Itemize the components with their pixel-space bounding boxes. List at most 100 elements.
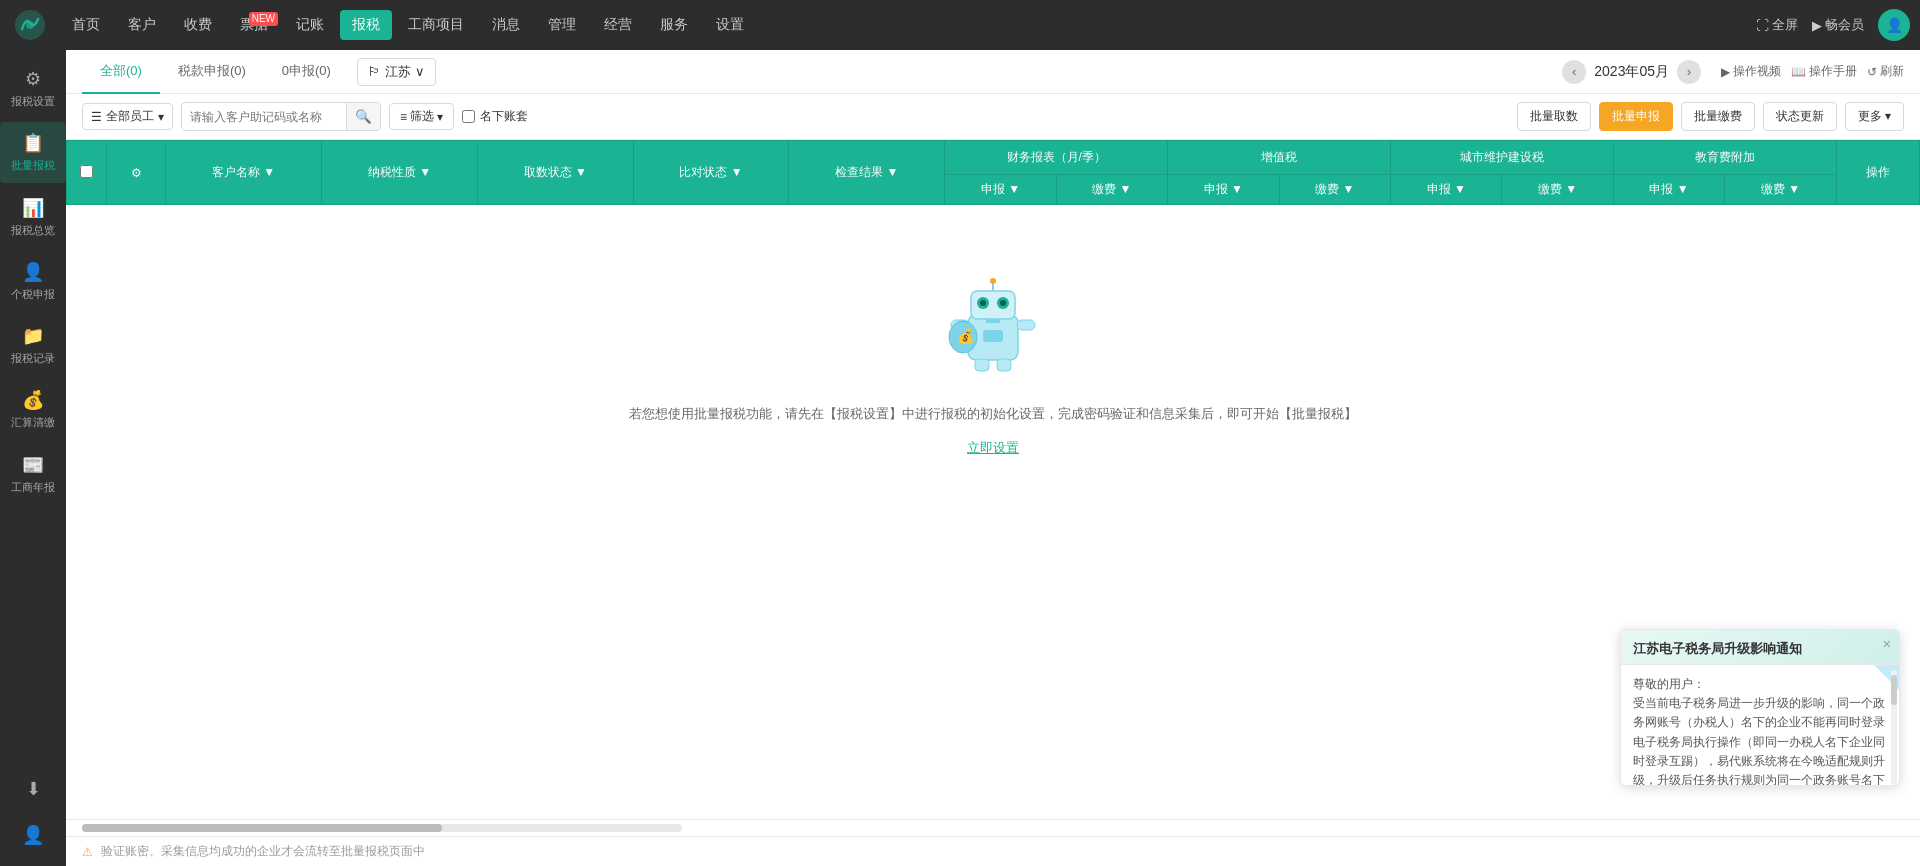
th-compare-status[interactable]: 比对状态 ▼	[633, 141, 789, 205]
sidebar-item-tax-overview[interactable]: 📊 报税总览	[0, 187, 66, 247]
filter-right-buttons: 批量取数 批量申报 批量缴费 状态更新 更多 ▾	[1517, 102, 1904, 131]
tab-zero-declare[interactable]: 0申报(0)	[264, 50, 349, 94]
app-logo[interactable]	[10, 5, 50, 45]
th-client-name[interactable]: 客户名称 ▼	[166, 141, 322, 205]
th-vat-tax: 增值税	[1168, 141, 1391, 175]
search-input[interactable]	[182, 105, 346, 129]
new-badge: NEW	[249, 12, 278, 26]
user-icon: 👤	[22, 824, 44, 846]
batch-fetch-button[interactable]: 批量取数	[1517, 102, 1591, 131]
th-check-result[interactable]: 检查结果 ▼	[789, 141, 945, 205]
nav-operation[interactable]: 经营	[592, 10, 644, 40]
nav-invoice[interactable]: 票据 NEW	[228, 10, 280, 40]
tax-settings-icon: ⚙	[25, 68, 41, 90]
th-financial-declare[interactable]: 申报 ▼	[945, 175, 1056, 205]
th-fetch-status[interactable]: 取数状态 ▼	[477, 141, 633, 205]
more-button[interactable]: 更多 ▾	[1845, 102, 1904, 131]
status-update-button[interactable]: 状态更新	[1763, 102, 1837, 131]
sidebar-item-download[interactable]: ⬇	[0, 768, 66, 810]
tab-all[interactable]: 全部(0)	[82, 50, 160, 94]
svg-point-6	[980, 300, 986, 306]
svg-point-7	[1000, 300, 1006, 306]
next-month-button[interactable]: ›	[1677, 60, 1701, 84]
fin-pay-filter-icon: ▼	[1120, 182, 1132, 196]
employee-filter[interactable]: ☰ 全部员工 ▾	[82, 103, 173, 130]
tax-overview-icon: 📊	[22, 197, 44, 219]
setup-link[interactable]: 立即设置	[967, 439, 1019, 457]
robot-illustration: 💰	[933, 265, 1053, 385]
member-icon: ▶	[1812, 18, 1822, 33]
warning-icon: ⚠	[82, 845, 93, 859]
sidebar-bottom: ⬇ 👤	[0, 768, 66, 866]
search-button[interactable]: 🔍	[346, 103, 380, 130]
search-box: 🔍	[181, 102, 381, 131]
province-selector[interactable]: 🏳 江苏 ∨	[357, 58, 436, 86]
select-all-checkbox[interactable]	[80, 165, 93, 178]
vat-pay-filter-icon: ▼	[1342, 182, 1354, 196]
operation-manual-button[interactable]: 📖 操作手册	[1791, 63, 1857, 80]
batch-pay-button[interactable]: 批量缴费	[1681, 102, 1755, 131]
notification-popup: 江苏电子税务局升级影响通知 × 尊敬的用户： 受当前电子税务局进一步升级的影响，…	[1620, 629, 1900, 786]
svg-rect-15	[983, 330, 1003, 342]
nav-tax[interactable]: 报税	[340, 10, 392, 40]
filter-bar: ☰ 全部员工 ▾ 🔍 ≡ 筛选 ▾ 名下账套 批量取数 批量申报 批量缴费	[66, 94, 1920, 140]
nav-receivable[interactable]: 收费	[172, 10, 224, 40]
scrollbar-thumb[interactable]	[82, 824, 442, 832]
notification-text: 受当前电子税务局进一步升级的影响，同一个政务网账号（办税人）名下的企业不能再同时…	[1633, 694, 1887, 785]
svg-text:💰: 💰	[957, 328, 975, 345]
download-icon: ⬇	[26, 778, 41, 800]
sidebar-item-user[interactable]: 👤	[0, 814, 66, 856]
sidebar-item-batch-tax[interactable]: 📋 批量报税	[0, 122, 66, 182]
operation-video-button[interactable]: ▶ 操作视频	[1721, 63, 1781, 80]
svg-rect-17	[997, 359, 1011, 371]
notification-header: 江苏电子税务局升级影响通知 ×	[1621, 630, 1899, 665]
th-vat-pay[interactable]: 缴费 ▼	[1279, 175, 1390, 205]
fullscreen-button[interactable]: ⛶ 全屏	[1756, 16, 1798, 34]
th-city-declare[interactable]: 申报 ▼	[1390, 175, 1501, 205]
th-gear[interactable]: ⚙	[107, 141, 166, 205]
horizontal-scrollbar[interactable]	[82, 824, 682, 832]
notification-title: 江苏电子税务局升级影响通知	[1633, 640, 1887, 658]
th-tax-type[interactable]: 纳税性质 ▼	[322, 141, 478, 205]
th-city-construction: 城市维护建设税	[1390, 141, 1613, 175]
nav-home[interactable]: 首页	[60, 10, 112, 40]
user-avatar[interactable]: 👤	[1878, 9, 1910, 41]
status-bar: ⚠ 验证账密、采集信息均成功的企业才会流转至批量报税页面中	[66, 836, 1920, 866]
filter-chevron-icon: ▾	[437, 110, 443, 124]
th-edu-declare[interactable]: 申报 ▼	[1613, 175, 1724, 205]
filter-button[interactable]: ≡ 筛选 ▾	[389, 103, 454, 130]
sidebar-item-personal-tax[interactable]: 👤 个税申报	[0, 251, 66, 311]
notification-close-button[interactable]: ×	[1883, 636, 1891, 652]
th-financial-pay[interactable]: 缴费 ▼	[1056, 175, 1167, 205]
nav-business[interactable]: 工商项目	[396, 10, 476, 40]
account-set-checkbox[interactable]	[462, 110, 475, 123]
client-name-filter-icon: ▼	[263, 165, 275, 179]
nav-management[interactable]: 管理	[536, 10, 588, 40]
tab-tax-declare[interactable]: 税款申报(0)	[160, 50, 264, 94]
th-checkbox[interactable]	[67, 141, 107, 205]
settlement-icon: 💰	[22, 389, 44, 411]
th-vat-declare[interactable]: 申报 ▼	[1168, 175, 1279, 205]
th-edu-pay[interactable]: 缴费 ▼	[1725, 175, 1836, 205]
nav-customer[interactable]: 客户	[116, 10, 168, 40]
sidebar-item-settlement[interactable]: 💰 汇算清缴	[0, 379, 66, 439]
member-button[interactable]: ▶ 畅会员	[1812, 16, 1864, 34]
nav-bookkeeping[interactable]: 记账	[284, 10, 336, 40]
refresh-button[interactable]: ↺ 刷新	[1867, 63, 1904, 80]
th-city-pay[interactable]: 缴费 ▼	[1502, 175, 1613, 205]
nav-service[interactable]: 服务	[648, 10, 700, 40]
prev-month-button[interactable]: ‹	[1562, 60, 1586, 84]
svg-rect-12	[1017, 320, 1035, 330]
batch-declare-button[interactable]: 批量申报	[1599, 102, 1673, 131]
sidebar-item-tax-settings[interactable]: ⚙ 报税设置	[0, 58, 66, 118]
sidebar-item-annual-report[interactable]: 📰 工商年报	[0, 444, 66, 504]
tax-record-icon: 📁	[22, 325, 44, 347]
svg-rect-16	[975, 359, 989, 371]
nav-settings[interactable]: 设置	[704, 10, 756, 40]
nav-message[interactable]: 消息	[480, 10, 532, 40]
vat-declare-filter-icon: ▼	[1231, 182, 1243, 196]
checkbox-row[interactable]: 名下账套	[462, 108, 528, 125]
refresh-icon: ↺	[1867, 65, 1877, 79]
province-flag-icon: 🏳	[368, 64, 381, 79]
sidebar-item-tax-record[interactable]: 📁 报税记录	[0, 315, 66, 375]
